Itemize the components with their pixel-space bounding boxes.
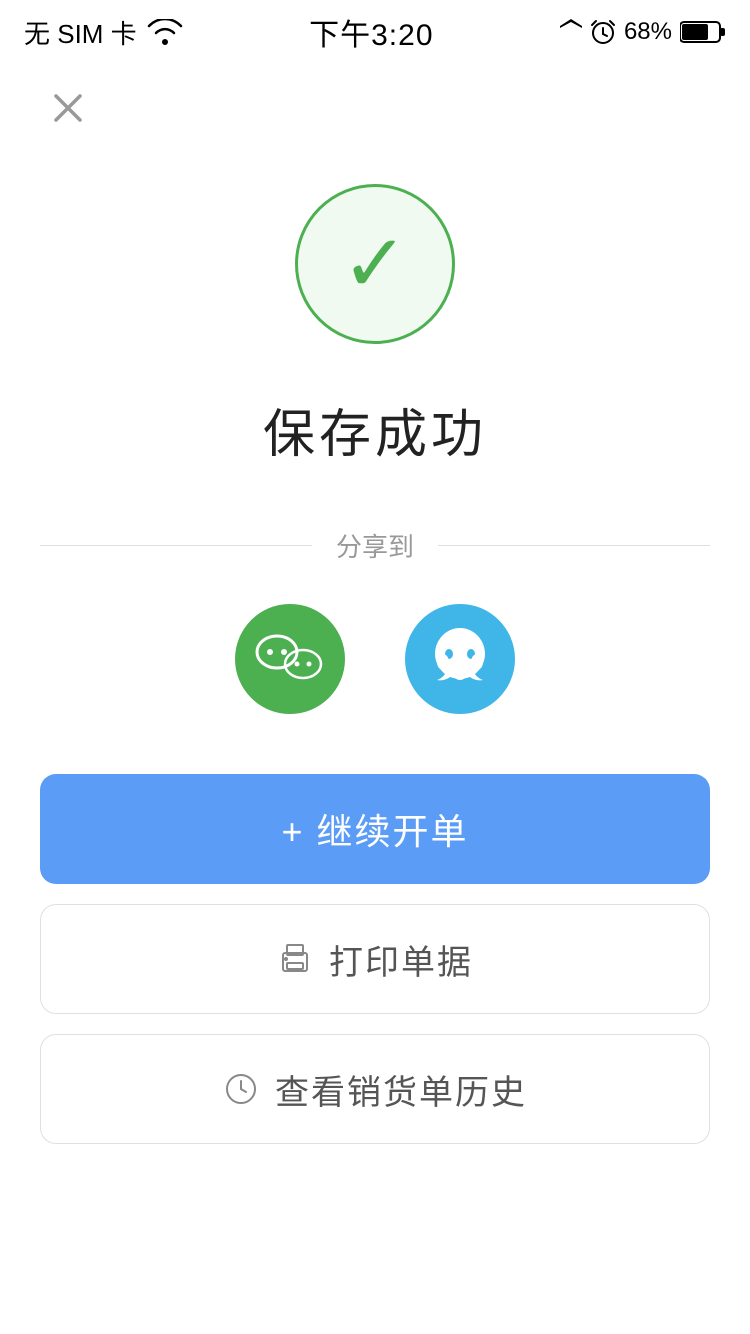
action-buttons: + 继续开单 打印单据 查看销货单历史 [0,774,750,1144]
divider-right [438,545,710,546]
location-icon [560,19,582,45]
history-label: 查看销货单历史 [275,1065,527,1114]
no-sim-label: 无 SIM 卡 [24,14,137,51]
share-divider: 分享到 [0,527,750,564]
status-right: 68% [560,18,726,46]
battery-icon [680,20,726,44]
history-button[interactable]: 查看销货单历史 [40,1034,710,1144]
wechat-share-button[interactable] [235,604,345,714]
share-section: 分享到 [0,527,750,714]
share-icons [235,604,515,714]
continue-order-button[interactable]: + 继续开单 [40,774,710,884]
checkmark-icon: ✓ [341,224,408,304]
main-content: ✓ 保存成功 分享到 [0,64,750,1144]
print-label: 打印单据 [329,935,473,984]
print-icon [277,941,313,977]
success-title: 保存成功 [263,392,487,467]
wifi-icon [147,19,183,45]
status-left: 无 SIM 卡 [24,14,183,51]
print-button[interactable]: 打印单据 [40,904,710,1014]
battery-label: 68% [624,18,672,46]
status-time: 下午3:20 [309,10,433,54]
success-circle: ✓ [295,184,455,344]
history-icon [223,1071,259,1107]
alarm-icon [590,19,616,45]
status-bar: 无 SIM 卡 下午3:20 68% [0,0,750,64]
share-label: 分享到 [312,527,438,564]
qq-share-button[interactable] [405,604,515,714]
divider-left [40,545,312,546]
close-button[interactable] [40,80,96,136]
